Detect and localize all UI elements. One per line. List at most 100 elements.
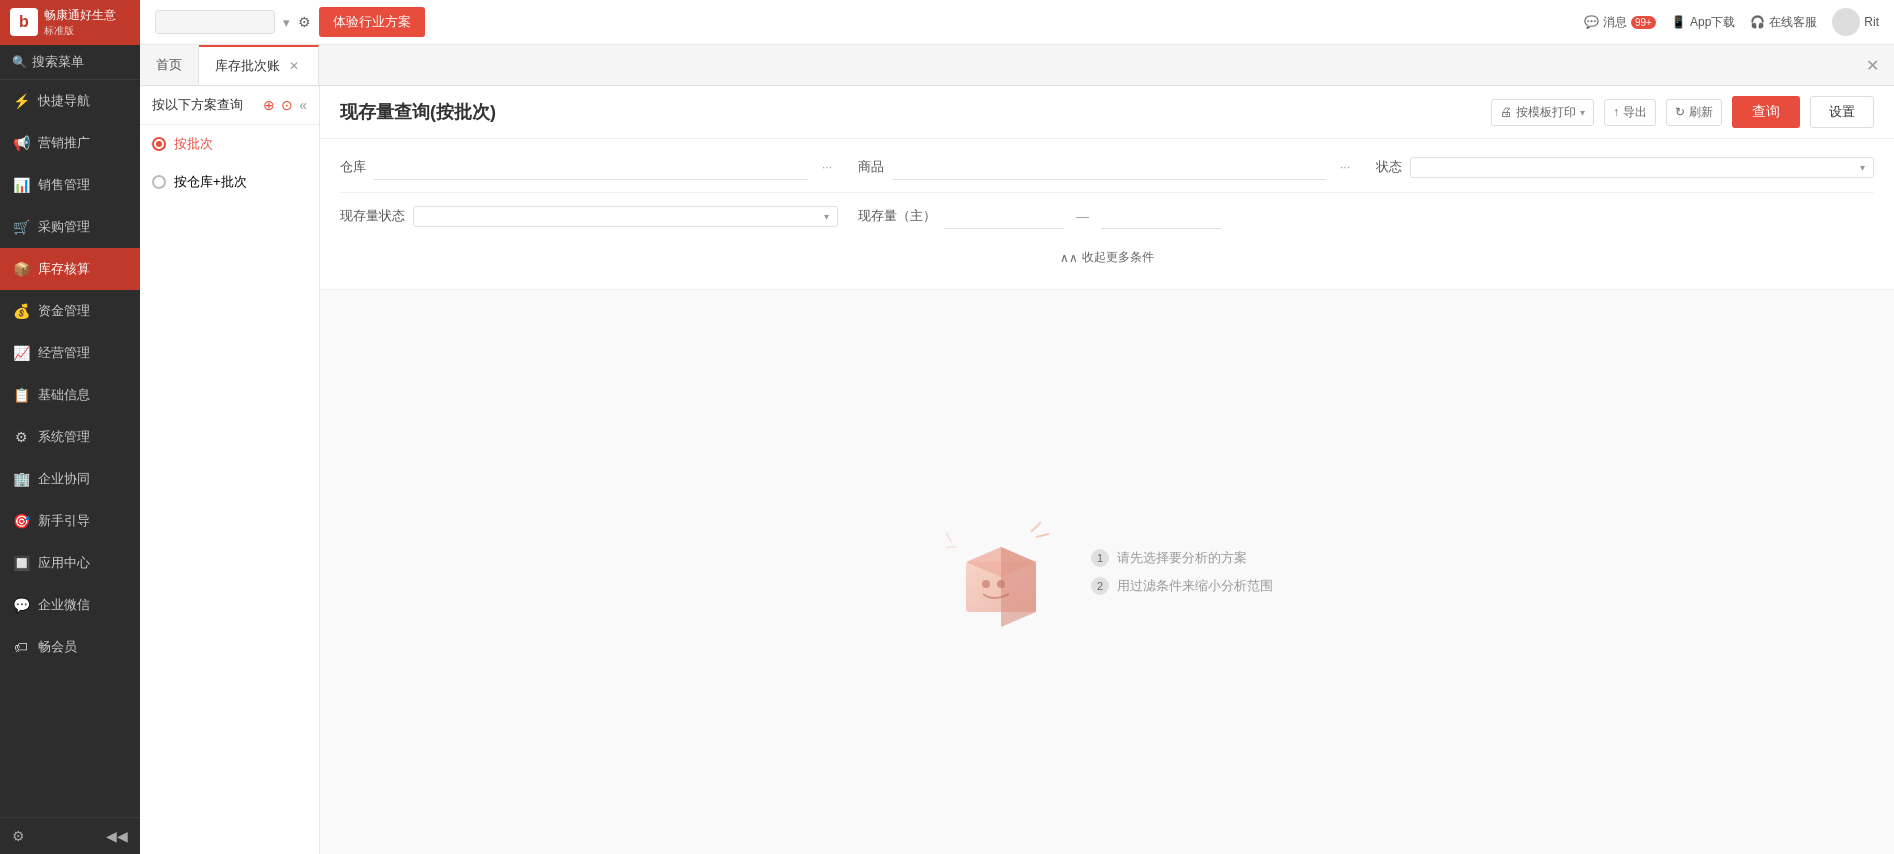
messages-action[interactable]: 💬 消息 99+: [1584, 14, 1656, 31]
breadcrumb-input[interactable]: [155, 10, 275, 34]
enterprise-icon: 🏢: [12, 471, 30, 487]
members-label: 畅会员: [38, 638, 77, 656]
app-download-action[interactable]: 📱 App下载: [1671, 14, 1735, 31]
tab-inventory-batch[interactable]: 库存批次账 ✕: [199, 45, 319, 85]
svg-line-7: [946, 532, 951, 542]
tab-home[interactable]: 首页: [140, 46, 199, 84]
sidebar-item-marketing[interactable]: 📢 营销推广: [0, 122, 140, 164]
empty-illustration: [941, 512, 1061, 632]
inventory-qty-label: 现存量（主）: [858, 207, 936, 225]
newbie-icon: 🎯: [12, 513, 30, 529]
add-scheme-icon[interactable]: ⊕: [263, 97, 275, 113]
sidebar-item-members[interactable]: 🏷 畅会员: [0, 626, 140, 668]
finance-icon: 💰: [12, 303, 30, 319]
inventory-qty-to-input[interactable]: [1101, 203, 1221, 229]
warehouse-more-icon[interactable]: ···: [816, 158, 838, 176]
collapse-conditions-btn[interactable]: ∧∧ 收起更多条件: [340, 241, 1874, 274]
manage-scheme-icon[interactable]: ⊙: [281, 97, 293, 113]
status-field: 状态 ▾: [1376, 157, 1874, 178]
query-button[interactable]: 查询: [1732, 96, 1800, 128]
sidebar-item-sales[interactable]: 📊 销售管理: [0, 164, 140, 206]
sidebar-item-system[interactable]: ⚙ 系统管理: [0, 416, 140, 458]
enterprise-wechat-icon: 💬: [12, 597, 30, 613]
product-more-icon[interactable]: ···: [1334, 158, 1356, 176]
newbie-label: 新手引导: [38, 512, 90, 530]
system-icon: ⚙: [12, 429, 30, 445]
sidebar-search[interactable]: 🔍 搜索菜单: [0, 45, 140, 80]
empty-tip-2: 2 用过滤条件来缩小分析范围: [1091, 577, 1273, 595]
members-icon: 🏷: [12, 639, 30, 655]
status-chevron-icon: ▾: [1860, 162, 1865, 173]
purchase-label: 采购管理: [38, 218, 90, 236]
left-panel-header: 按以下方案查询 ⊕ ⊙ «: [140, 86, 319, 125]
filter-row-1: 仓库 ··· 商品 ··· 状态 ▾: [340, 154, 1874, 180]
marketing-icon: 📢: [12, 135, 30, 151]
print-btn[interactable]: 🖨 按模板打印 ▾: [1491, 99, 1594, 126]
product-input[interactable]: [892, 154, 1326, 180]
status-label: 状态: [1376, 158, 1402, 176]
warehouse-label: 仓库: [340, 158, 366, 176]
search-icon: 🔍: [12, 55, 27, 69]
app-center-icon: 🔲: [12, 555, 30, 571]
online-service-action[interactable]: 🎧 在线客服: [1750, 14, 1817, 31]
basic-info-icon: 📋: [12, 387, 30, 403]
inventory-label: 库存核算: [38, 260, 90, 278]
scheme-by-batch-label: 按批次: [174, 135, 213, 153]
empty-tip-1: 1 请先选择要分析的方案: [1091, 549, 1273, 567]
topbar: ▾ ⚙ 体验行业方案 💬 消息 99+ 📱 App下载 🎧 在线客服 Rit: [140, 0, 1894, 45]
left-panel: 按以下方案查询 ⊕ ⊙ « 按批次 按仓库+批次: [140, 86, 320, 854]
empty-tips: 1 请先选择要分析的方案 2 用过滤条件来缩小分析范围: [1091, 549, 1273, 595]
sidebar-item-inventory[interactable]: 📦 库存核算: [0, 248, 140, 290]
messages-label: 消息: [1603, 14, 1627, 31]
setting-button[interactable]: 设置: [1810, 96, 1874, 128]
filter-separator: [340, 192, 1874, 193]
inventory-status-select[interactable]: ▾: [413, 206, 838, 227]
empty-state: 1 请先选择要分析的方案 2 用过滤条件来缩小分析范围: [320, 290, 1894, 854]
online-service-label: 在线客服: [1769, 14, 1817, 31]
scheme-item-by-batch[interactable]: 按批次: [140, 125, 319, 163]
topbar-left: ▾ ⚙ 体验行业方案: [155, 7, 1574, 37]
page-title-bar: 现存量查询(按批次) 🖨 按模板打印 ▾ ↑ 导出 ↻ 刷新: [320, 86, 1894, 139]
sidebar-item-purchase[interactable]: 🛒 采购管理: [0, 206, 140, 248]
warehouse-input[interactable]: [374, 154, 808, 180]
sidebar-item-operations[interactable]: 📈 经营管理: [0, 332, 140, 374]
sales-icon: 📊: [12, 177, 30, 193]
sales-label: 销售管理: [38, 176, 90, 194]
brand-info: 畅康通好生意 标准版: [44, 8, 116, 37]
avatar: [1832, 8, 1860, 36]
empty-svg: [941, 512, 1061, 632]
settings-icon[interactable]: ⚙: [12, 828, 25, 844]
radio-by-batch: [152, 137, 166, 151]
tab-home-label: 首页: [156, 56, 182, 74]
tab-panel-close-icon[interactable]: ✕: [1851, 56, 1894, 75]
radio-by-warehouse-batch: [152, 175, 166, 189]
sidebar-item-basic-info[interactable]: 📋 基础信息: [0, 374, 140, 416]
inventory-qty-from-input[interactable]: [944, 203, 1064, 229]
title-actions: 🖨 按模板打印 ▾ ↑ 导出 ↻ 刷新 查询 设置: [1491, 96, 1874, 128]
sidebar-collapse-icon[interactable]: ◀◀: [106, 828, 128, 844]
sidebar-item-quick-nav[interactable]: ⚡ 快捷导航: [0, 80, 140, 122]
user-profile[interactable]: Rit: [1832, 8, 1879, 36]
tab-close-icon[interactable]: ✕: [286, 58, 302, 74]
scheme-item-by-warehouse-batch[interactable]: 按仓库+批次: [140, 163, 319, 201]
dropdown-chevron-icon[interactable]: ▾: [283, 15, 290, 30]
experience-btn[interactable]: 体验行业方案: [319, 7, 425, 37]
finance-label: 资金管理: [38, 302, 90, 320]
refresh-btn[interactable]: ↻ 刷新: [1666, 99, 1722, 126]
sidebar-item-enterprise[interactable]: 🏢 企业协同: [0, 458, 140, 500]
collapse-panel-icon[interactable]: «: [299, 97, 307, 113]
enterprise-label: 企业协同: [38, 470, 90, 488]
sidebar-item-finance[interactable]: 💰 资金管理: [0, 290, 140, 332]
sidebar-item-app-center[interactable]: 🔲 应用中心: [0, 542, 140, 584]
sidebar-item-enterprise-wechat[interactable]: 💬 企业微信: [0, 584, 140, 626]
refresh-icon: ↻: [1675, 105, 1685, 119]
status-select[interactable]: ▾: [1410, 157, 1874, 178]
print-label: 按模板打印: [1516, 104, 1576, 121]
tip-num-2: 2: [1091, 577, 1109, 595]
filter-area: 仓库 ··· 商品 ··· 状态 ▾: [320, 139, 1894, 290]
export-btn[interactable]: ↑ 导出: [1604, 99, 1656, 126]
enterprise-wechat-label: 企业微信: [38, 596, 90, 614]
sidebar-item-newbie[interactable]: 🎯 新手引导: [0, 500, 140, 542]
settings-gear-icon[interactable]: ⚙: [298, 14, 311, 30]
collapse-label: 收起更多条件: [1082, 249, 1154, 266]
